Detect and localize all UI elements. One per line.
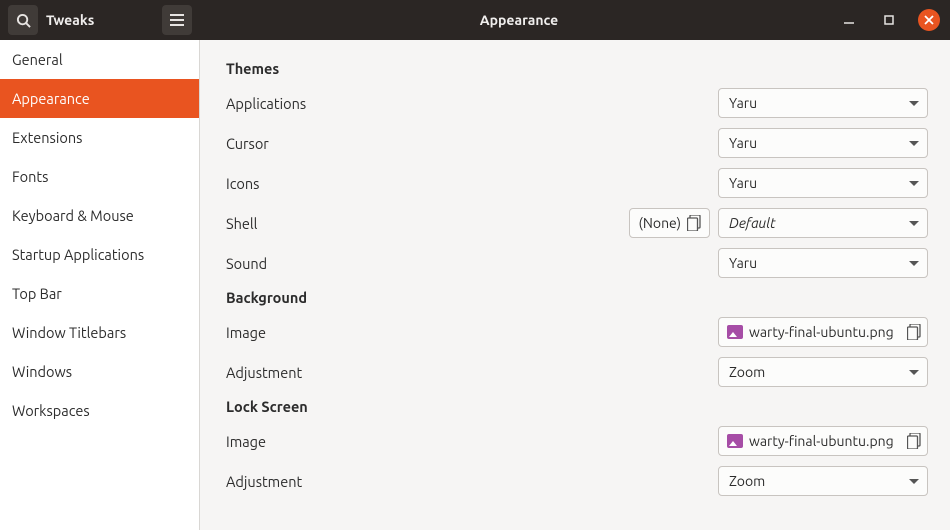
search-button[interactable] <box>8 5 38 35</box>
dropdown-applications[interactable]: Yaru <box>718 88 928 118</box>
sidebar-item-general[interactable]: General <box>0 40 199 79</box>
chevron-down-icon <box>909 141 919 146</box>
label-bg-adjustment: Adjustment <box>226 364 718 381</box>
label-applications: Applications <box>226 95 718 112</box>
dropdown-value: Yaru <box>729 135 909 151</box>
dropdown-icons[interactable]: Yaru <box>718 168 928 198</box>
search-icon <box>16 13 31 28</box>
dropdown-ls-adjustment[interactable]: Zoom <box>718 466 928 496</box>
dropdown-shell[interactable]: Default <box>718 208 928 238</box>
sidebar-item-top-bar[interactable]: Top Bar <box>0 274 199 313</box>
shell-file-button[interactable]: (None) <box>629 208 710 238</box>
minimize-button[interactable] <box>838 9 860 31</box>
sidebar-item-keyboard-mouse[interactable]: Keyboard & Mouse <box>0 196 199 235</box>
maximize-button[interactable] <box>878 9 900 31</box>
file-name: warty-final-ubuntu.png <box>749 433 901 449</box>
shell-file-value: (None) <box>638 215 681 231</box>
chevron-down-icon <box>909 479 919 484</box>
document-icon <box>907 324 921 340</box>
sidebar-item-windows[interactable]: Windows <box>0 352 199 391</box>
app-title: Tweaks <box>46 12 154 28</box>
sidebar-item-startup-applications[interactable]: Startup Applications <box>0 235 199 274</box>
file-button-bg-image[interactable]: warty-final-ubuntu.png <box>718 317 928 347</box>
dropdown-sound[interactable]: Yaru <box>718 248 928 278</box>
sidebar-item-extensions[interactable]: Extensions <box>0 118 199 157</box>
section-themes-title: Themes <box>222 54 928 83</box>
section-background-title: Background <box>222 283 928 312</box>
file-button-ls-image[interactable]: warty-final-ubuntu.png <box>718 426 928 456</box>
dropdown-value: Zoom <box>729 364 909 380</box>
label-ls-image: Image <box>226 433 718 450</box>
document-icon <box>907 433 921 449</box>
page-title: Appearance <box>200 12 838 28</box>
document-icon <box>687 215 701 231</box>
chevron-down-icon <box>909 221 919 226</box>
sidebar-item-fonts[interactable]: Fonts <box>0 157 199 196</box>
image-icon <box>727 325 743 339</box>
dropdown-value: Yaru <box>729 255 909 271</box>
close-icon <box>924 15 934 25</box>
dropdown-cursor[interactable]: Yaru <box>718 128 928 158</box>
image-icon <box>727 434 743 448</box>
label-cursor: Cursor <box>226 135 718 152</box>
chevron-down-icon <box>909 181 919 186</box>
hamburger-icon <box>170 14 184 26</box>
content-area: Themes Applications Yaru Cursor Yaru Ico… <box>200 40 950 530</box>
dropdown-value: Default <box>729 215 909 231</box>
sidebar: General Appearance Extensions Fonts Keyb… <box>0 40 200 530</box>
close-button[interactable] <box>918 9 940 31</box>
maximize-icon <box>884 15 894 25</box>
dropdown-value: Yaru <box>729 175 909 191</box>
label-icons: Icons <box>226 175 718 192</box>
sidebar-item-appearance[interactable]: Appearance <box>0 79 199 118</box>
sidebar-item-window-titlebars[interactable]: Window Titlebars <box>0 313 199 352</box>
titlebar: Tweaks Appearance <box>0 0 950 40</box>
dropdown-bg-adjustment[interactable]: Zoom <box>718 357 928 387</box>
chevron-down-icon <box>909 370 919 375</box>
sidebar-item-workspaces[interactable]: Workspaces <box>0 391 199 430</box>
dropdown-value: Yaru <box>729 95 909 111</box>
label-bg-image: Image <box>226 324 718 341</box>
label-ls-adjustment: Adjustment <box>226 473 718 490</box>
chevron-down-icon <box>909 261 919 266</box>
chevron-down-icon <box>909 101 919 106</box>
label-sound: Sound <box>226 255 718 272</box>
file-name: warty-final-ubuntu.png <box>749 324 901 340</box>
dropdown-value: Zoom <box>729 473 909 489</box>
minimize-icon <box>844 15 854 25</box>
label-shell: Shell <box>226 215 629 232</box>
menu-button[interactable] <box>162 5 192 35</box>
section-lockscreen-title: Lock Screen <box>222 392 928 421</box>
